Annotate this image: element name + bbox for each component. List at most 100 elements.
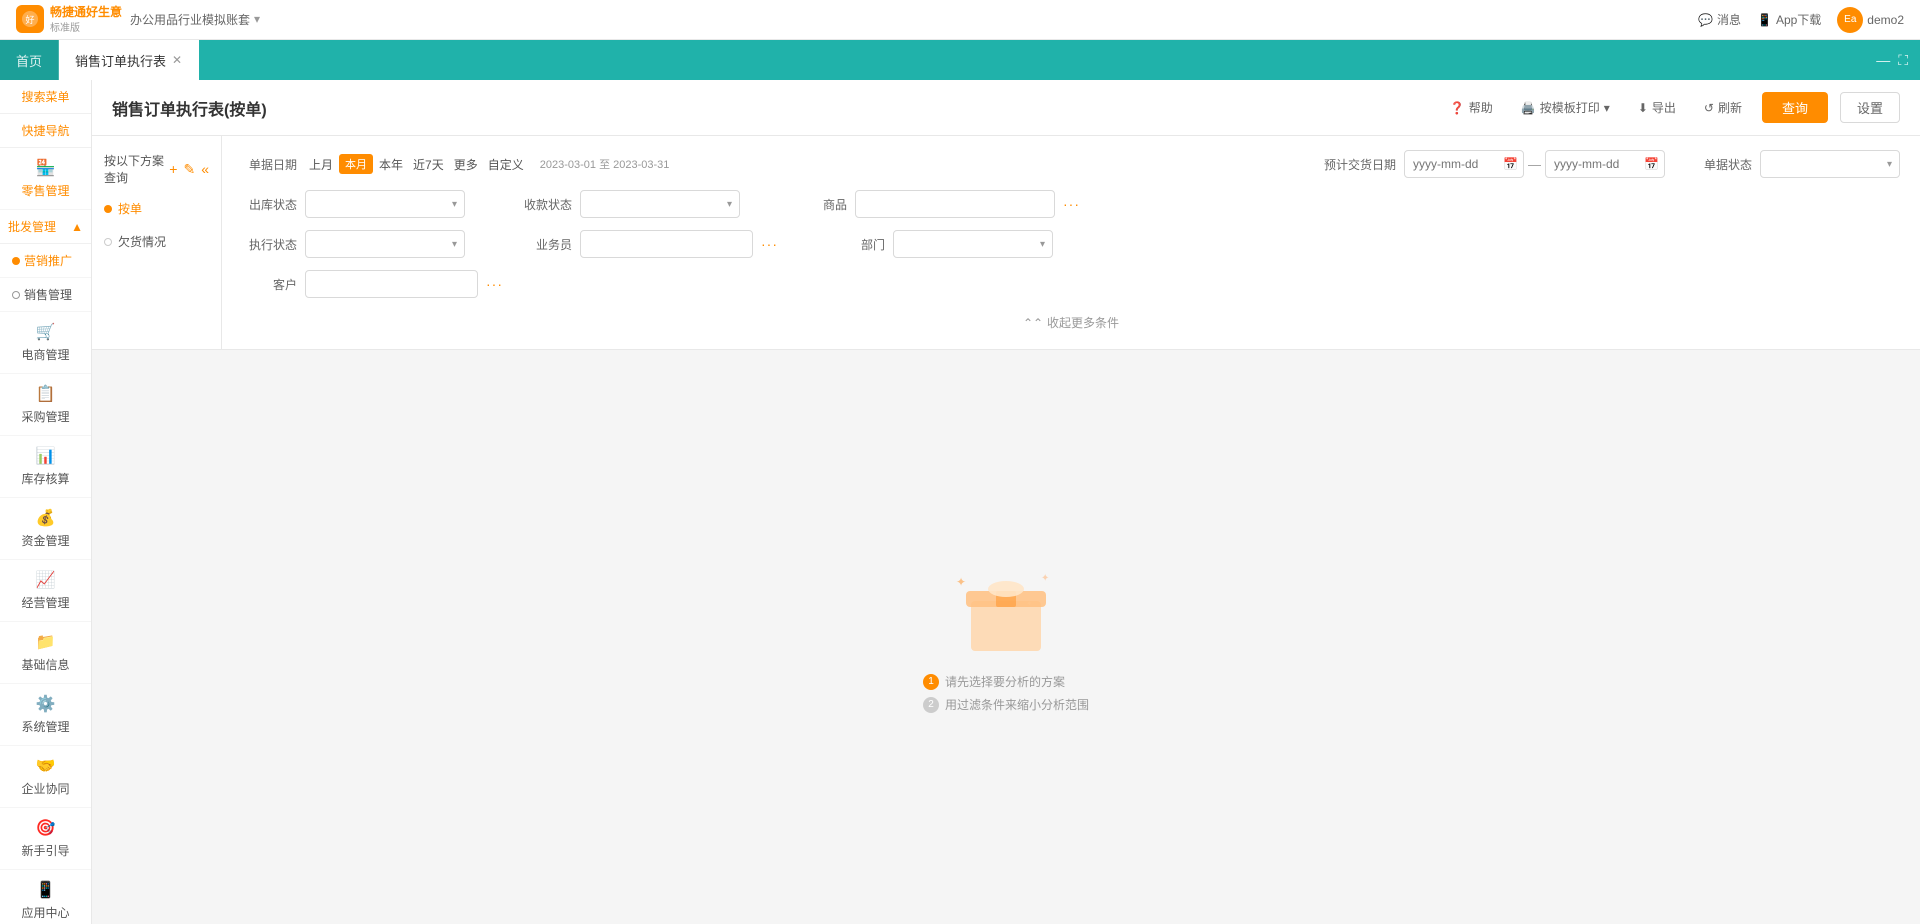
app-download-icon: 📱 xyxy=(1757,13,1772,27)
newuser-icon: 🎯 xyxy=(36,818,56,838)
filter-scheme-title: 按以下方案查询 xyxy=(104,152,169,186)
tab-minimize-icon[interactable]: — xyxy=(1876,52,1890,68)
top-bar-left: 好 畅捷通好生意 标准版 办公用品行业模拟账套 ▾ xyxy=(16,5,260,34)
goods-label: 商品 xyxy=(792,196,847,213)
date-option-7days[interactable]: 近7天 xyxy=(409,154,448,175)
sidebar-item-newuser[interactable]: 🎯 新手引导 xyxy=(0,808,91,870)
filter-scheme-sidebar: 按以下方案查询 + ✎ « 按单 欠货情况 xyxy=(92,136,222,349)
add-scheme-btn[interactable]: + xyxy=(169,161,177,177)
sidebar-item-system[interactable]: ⚙️ 系统管理 xyxy=(0,684,91,746)
sidebar-item-wholesale[interactable]: 批发管理 ▲ xyxy=(0,210,91,244)
sidebar: 搜索菜单 快捷导航 🏪 零售管理 批发管理 ▲ 营销推广 销售管理 🛒 电商管理… xyxy=(0,80,92,924)
sidebar-item-finance[interactable]: 💰 资金管理 xyxy=(0,498,91,560)
filter-customer-field: 客户 ··· xyxy=(242,270,503,298)
sidebar-quick-nav[interactable]: 快捷导航 xyxy=(0,114,91,148)
salesperson-more-icon[interactable]: ··· xyxy=(761,236,778,252)
filter-area: 按以下方案查询 + ✎ « 按单 欠货情况 xyxy=(92,136,1920,350)
tab-close-icon[interactable]: ✕ xyxy=(172,53,182,67)
settings-btn[interactable]: 设置 xyxy=(1840,92,1900,123)
sidebar-item-purchase[interactable]: 📋 采购管理 xyxy=(0,374,91,436)
wholesale-arrow-icon: ▲ xyxy=(71,220,83,234)
sales-circle-icon xyxy=(12,291,20,299)
tab-home[interactable]: 首页 xyxy=(0,40,59,80)
date-option-year[interactable]: 本年 xyxy=(375,154,407,175)
empty-state: ✦ ✦ ✦ 1 请先选择要分析的方案 2 用过滤条件来缩小分析 xyxy=(923,561,1089,713)
ecommerce-icon: 🛒 xyxy=(36,322,56,342)
sidebar-item-ecommerce[interactable]: 🛒 电商管理 xyxy=(0,312,91,374)
filter-scheme-header: 按以下方案查询 + ✎ « xyxy=(92,146,221,192)
sidebar-item-inventory[interactable]: 📊 库存核算 xyxy=(0,436,91,498)
tab-sales-order[interactable]: 销售订单执行表 ✕ xyxy=(59,40,199,80)
sidebar-item-basic[interactable]: 📁 基础信息 xyxy=(0,622,91,684)
sidebar-item-enterprise[interactable]: 🤝 企业协同 xyxy=(0,746,91,808)
top-bar-right: 💬 消息 📱 App下载 Ea demo2 xyxy=(1698,7,1904,33)
expected-date-to[interactable] xyxy=(1545,150,1665,178)
goods-input[interactable] xyxy=(855,190,1055,218)
date-option-custom[interactable]: 自定义 xyxy=(484,154,528,175)
page-actions: ❓ 帮助 🖨️ 按模板打印 ▾ ⬇ 导出 ↺ 刷新 查询 设置 xyxy=(1442,92,1900,123)
order-status-select[interactable] xyxy=(1760,150,1900,178)
date-sep: — xyxy=(1528,157,1541,172)
sub-sales-label: 销售管理 xyxy=(24,286,72,303)
refresh-label: 刷新 xyxy=(1718,99,1742,116)
refresh-btn[interactable]: ↺ 刷新 xyxy=(1696,95,1750,120)
date-option-last-month[interactable]: 上月 xyxy=(305,154,337,175)
sidebar-item-retail[interactable]: 🏪 零售管理 xyxy=(0,148,91,210)
search-btn[interactable]: 查询 xyxy=(1762,92,1828,123)
sidebar-search[interactable]: 搜索菜单 xyxy=(0,80,91,114)
by-debt-circle-icon xyxy=(104,238,112,246)
empty-step-1: 1 请先选择要分析的方案 xyxy=(923,673,1089,690)
date-option-current-month[interactable]: 本月 xyxy=(339,154,373,174)
step-1-num: 1 xyxy=(923,674,939,690)
tab-maximize-icon[interactable]: ⛶ xyxy=(1898,52,1908,69)
step-1-text: 请先选择要分析的方案 xyxy=(945,673,1065,690)
dept-label: 部门 xyxy=(830,236,885,253)
collection-status-select[interactable] xyxy=(580,190,740,218)
goods-more-icon[interactable]: ··· xyxy=(1063,196,1080,212)
salesperson-input[interactable] xyxy=(580,230,753,258)
salesperson-label: 业务员 xyxy=(517,236,572,253)
breadcrumb-dropdown-icon[interactable]: ▾ xyxy=(254,12,260,26)
filter-scheme-by-order[interactable]: 按单 xyxy=(92,192,221,225)
exec-status-select[interactable] xyxy=(305,230,465,258)
breadcrumb-text: 办公用品行业模拟账套 xyxy=(130,11,250,28)
customer-label: 客户 xyxy=(242,276,297,293)
by-debt-label: 欠货情况 xyxy=(118,233,166,250)
filter-scheme-by-debt[interactable]: 欠货情况 xyxy=(92,225,221,258)
sidebar-item-operations[interactable]: 📈 经营管理 xyxy=(0,560,91,622)
collapse-scheme-btn[interactable]: « xyxy=(201,161,209,177)
system-icon: ⚙️ xyxy=(36,694,56,714)
edit-scheme-btn[interactable]: ✎ xyxy=(183,161,195,178)
date-option-more[interactable]: 更多 xyxy=(450,154,482,175)
purchase-icon: 📋 xyxy=(36,384,56,404)
operations-icon: 📈 xyxy=(36,570,56,590)
step-2-num: 2 xyxy=(923,697,939,713)
expected-date-from[interactable] xyxy=(1404,150,1524,178)
tab-bar-actions: — ⛶ xyxy=(1864,40,1920,80)
customer-more-icon[interactable]: ··· xyxy=(486,276,503,292)
sidebar-operations-label: 经营管理 xyxy=(21,594,69,611)
dept-select[interactable] xyxy=(893,230,1053,258)
sidebar-sub-promo[interactable]: 营销推广 xyxy=(0,244,91,278)
message-btn[interactable]: 💬 消息 xyxy=(1698,11,1741,28)
help-icon: ❓ xyxy=(1450,101,1465,115)
template-print-btn[interactable]: 🖨️ 按模板打印 ▾ xyxy=(1513,95,1618,120)
customer-input[interactable] xyxy=(305,270,478,298)
order-status-select-wrap: ▾ xyxy=(1760,150,1900,178)
help-btn[interactable]: ❓ 帮助 xyxy=(1442,95,1501,120)
sidebar-enterprise-label: 企业协同 xyxy=(21,780,69,797)
logo-icon: 好 xyxy=(16,5,44,33)
order-date-label: 单据日期 xyxy=(242,156,297,173)
app-download-btn[interactable]: 📱 App下载 xyxy=(1757,11,1821,28)
sidebar-item-appcenter[interactable]: 📱 应用中心 xyxy=(0,870,91,924)
delivery-status-select[interactable] xyxy=(305,190,465,218)
step-2-text: 用过滤条件来缩小分析范围 xyxy=(945,696,1089,713)
collapse-filters-btn[interactable]: ⌃⌃ 收起更多条件 xyxy=(242,310,1900,335)
filter-goods-field: 商品 ··· xyxy=(792,190,1080,218)
refresh-icon: ↺ xyxy=(1704,101,1714,115)
message-label: 消息 xyxy=(1717,11,1741,28)
export-btn[interactable]: ⬇ 导出 xyxy=(1630,95,1684,120)
filter-form: 单据日期 上月 本月 本年 近7天 更多 自定义 2023-03-0 xyxy=(222,136,1920,349)
user-area[interactable]: Ea demo2 xyxy=(1837,7,1904,33)
sidebar-sub-sales[interactable]: 销售管理 xyxy=(0,278,91,312)
